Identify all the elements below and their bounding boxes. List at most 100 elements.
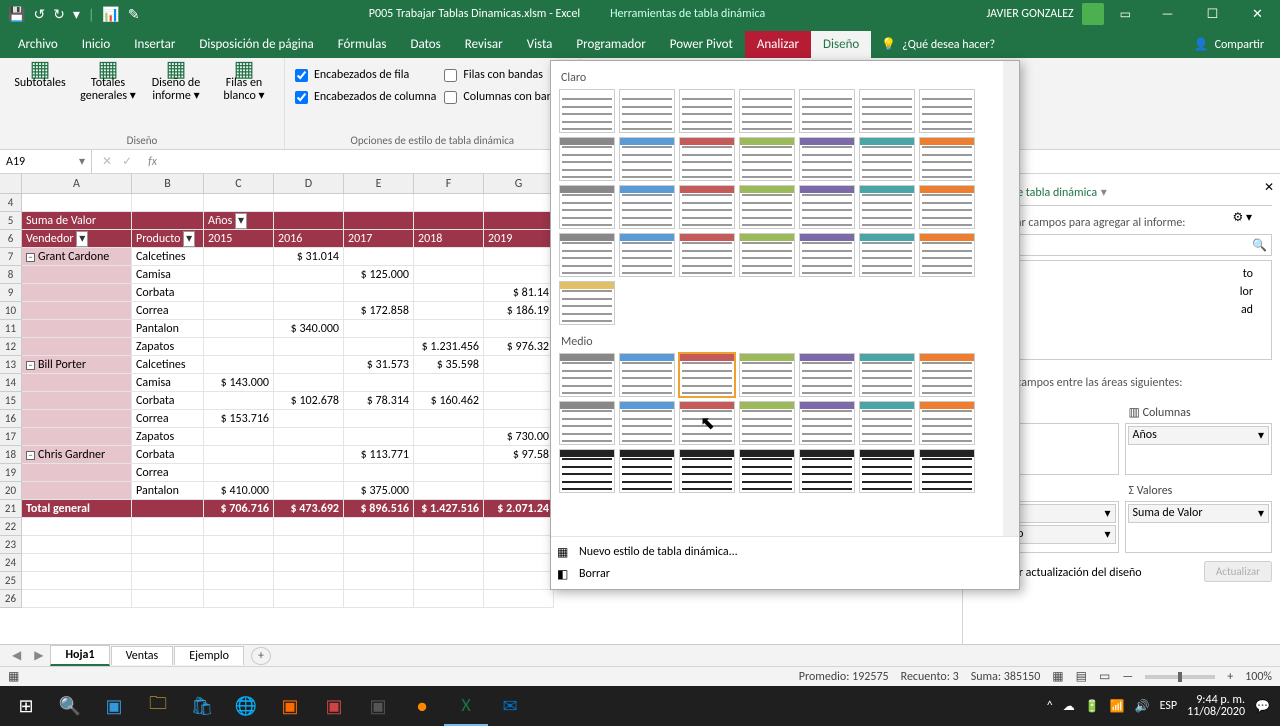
user-avatar[interactable] (1082, 3, 1104, 25)
cell[interactable] (344, 212, 414, 230)
tb-excel-icon[interactable]: X (444, 686, 488, 726)
cell[interactable] (22, 410, 132, 428)
cell[interactable] (132, 500, 204, 518)
cell[interactable] (344, 248, 414, 266)
cell[interactable] (204, 392, 274, 410)
style-swatch[interactable] (799, 449, 855, 493)
style-swatch[interactable] (619, 233, 675, 277)
cell[interactable]: $ 375.000 (344, 482, 414, 500)
tab-review[interactable]: Revisar (453, 31, 515, 58)
maximize-button[interactable]: ☐ (1190, 0, 1235, 28)
cell[interactable]: Corbata (132, 392, 204, 410)
cell[interactable] (274, 212, 344, 230)
minimize-button[interactable]: — (1145, 0, 1190, 28)
style-swatch[interactable] (919, 401, 975, 445)
style-swatch[interactable] (739, 353, 795, 397)
cell[interactable] (344, 284, 414, 302)
style-swatch[interactable] (739, 401, 795, 445)
col-E[interactable]: E (344, 174, 414, 193)
cell[interactable] (204, 320, 274, 338)
sheet-tab-ventas[interactable]: Ventas (111, 646, 174, 665)
cell[interactable] (274, 572, 344, 590)
collapse-icon[interactable]: − (26, 253, 35, 262)
tell-me[interactable]: 💡¿Qué desea hacer? (871, 31, 1005, 58)
tray-clock[interactable]: 9:44 p. m.11/08/2020 (1187, 694, 1245, 718)
cell[interactable] (414, 554, 484, 572)
cell[interactable] (484, 572, 554, 590)
style-swatch[interactable] (859, 137, 915, 181)
sheet-nav-next[interactable]: ▶ (28, 648, 49, 663)
row-header[interactable]: 18 (0, 446, 22, 464)
col-G[interactable]: G (484, 174, 554, 193)
cell[interactable] (414, 446, 484, 464)
cell[interactable] (274, 464, 344, 482)
cell[interactable] (22, 320, 132, 338)
row-header[interactable]: 10 (0, 302, 22, 320)
cell[interactable] (22, 572, 132, 590)
cell[interactable] (274, 266, 344, 284)
style-swatch[interactable] (559, 401, 615, 445)
collapse-icon[interactable]: − (26, 451, 35, 460)
cell[interactable] (132, 194, 204, 212)
style-swatch[interactable] (619, 353, 675, 397)
col-F[interactable]: F (414, 174, 484, 193)
cell[interactable] (204, 446, 274, 464)
cell[interactable] (204, 590, 274, 608)
row-header[interactable]: 19 (0, 464, 22, 482)
cell[interactable] (484, 266, 554, 284)
cell[interactable]: Zapatos (132, 338, 204, 356)
cell[interactable] (204, 284, 274, 302)
cell[interactable] (22, 338, 132, 356)
cell[interactable]: Producto ▾ (132, 230, 204, 248)
cell[interactable] (344, 428, 414, 446)
cell[interactable] (274, 518, 344, 536)
cell[interactable] (22, 302, 132, 320)
zoom-out-icon[interactable]: — (1122, 670, 1133, 684)
cell[interactable] (204, 536, 274, 554)
style-swatch[interactable] (679, 449, 735, 493)
row-header[interactable]: 25 (0, 572, 22, 590)
cell[interactable]: Camisa (132, 266, 204, 284)
sheet-nav-prev[interactable]: ◀ (6, 648, 27, 663)
style-swatch[interactable] (799, 185, 855, 229)
tab-insert[interactable]: Insertar (122, 31, 187, 58)
cell[interactable] (344, 518, 414, 536)
style-swatch[interactable] (559, 281, 615, 325)
gear-icon[interactable]: ⚙ ▾ (1233, 210, 1253, 225)
cell[interactable] (414, 266, 484, 284)
cell[interactable] (22, 464, 132, 482)
cell[interactable] (22, 482, 132, 500)
close-button[interactable]: ✕ (1235, 0, 1280, 28)
style-swatch[interactable] (739, 185, 795, 229)
tb-chrome-icon[interactable]: 🌐 (224, 686, 268, 726)
row-header[interactable]: 8 (0, 266, 22, 284)
cell[interactable] (484, 194, 554, 212)
style-swatch[interactable] (859, 353, 915, 397)
row-header[interactable]: 17 (0, 428, 22, 446)
select-all-corner[interactable] (0, 174, 22, 193)
cell[interactable] (204, 338, 274, 356)
tb-explorer-icon[interactable]: 🗀 (136, 686, 180, 726)
cell[interactable] (274, 374, 344, 392)
cell[interactable] (414, 536, 484, 554)
style-swatch[interactable] (739, 89, 795, 133)
cell[interactable] (414, 590, 484, 608)
tray-battery-icon[interactable]: 🔋 (1085, 699, 1100, 714)
cell[interactable] (344, 320, 414, 338)
tb-app-2[interactable]: ▣ (312, 686, 356, 726)
cell[interactable] (344, 554, 414, 572)
style-swatch[interactable] (619, 401, 675, 445)
cell[interactable]: $ 113.771 (344, 446, 414, 464)
chk-col-headers[interactable]: Encabezados de columna (295, 90, 436, 104)
row-header[interactable]: 24 (0, 554, 22, 572)
tray-lang[interactable]: ESP (1160, 699, 1177, 713)
style-swatch[interactable] (679, 137, 735, 181)
area-values[interactable]: Σ Valores Suma de Valor▾ (1125, 481, 1273, 553)
cell[interactable] (274, 194, 344, 212)
cell[interactable] (22, 194, 132, 212)
share-button[interactable]: 👤Compartir (1184, 31, 1274, 58)
cell[interactable]: $ 31.014 (274, 248, 344, 266)
style-swatch[interactable] (919, 233, 975, 277)
tray-wifi-icon[interactable]: 📶 (1110, 699, 1125, 714)
cell[interactable] (204, 194, 274, 212)
